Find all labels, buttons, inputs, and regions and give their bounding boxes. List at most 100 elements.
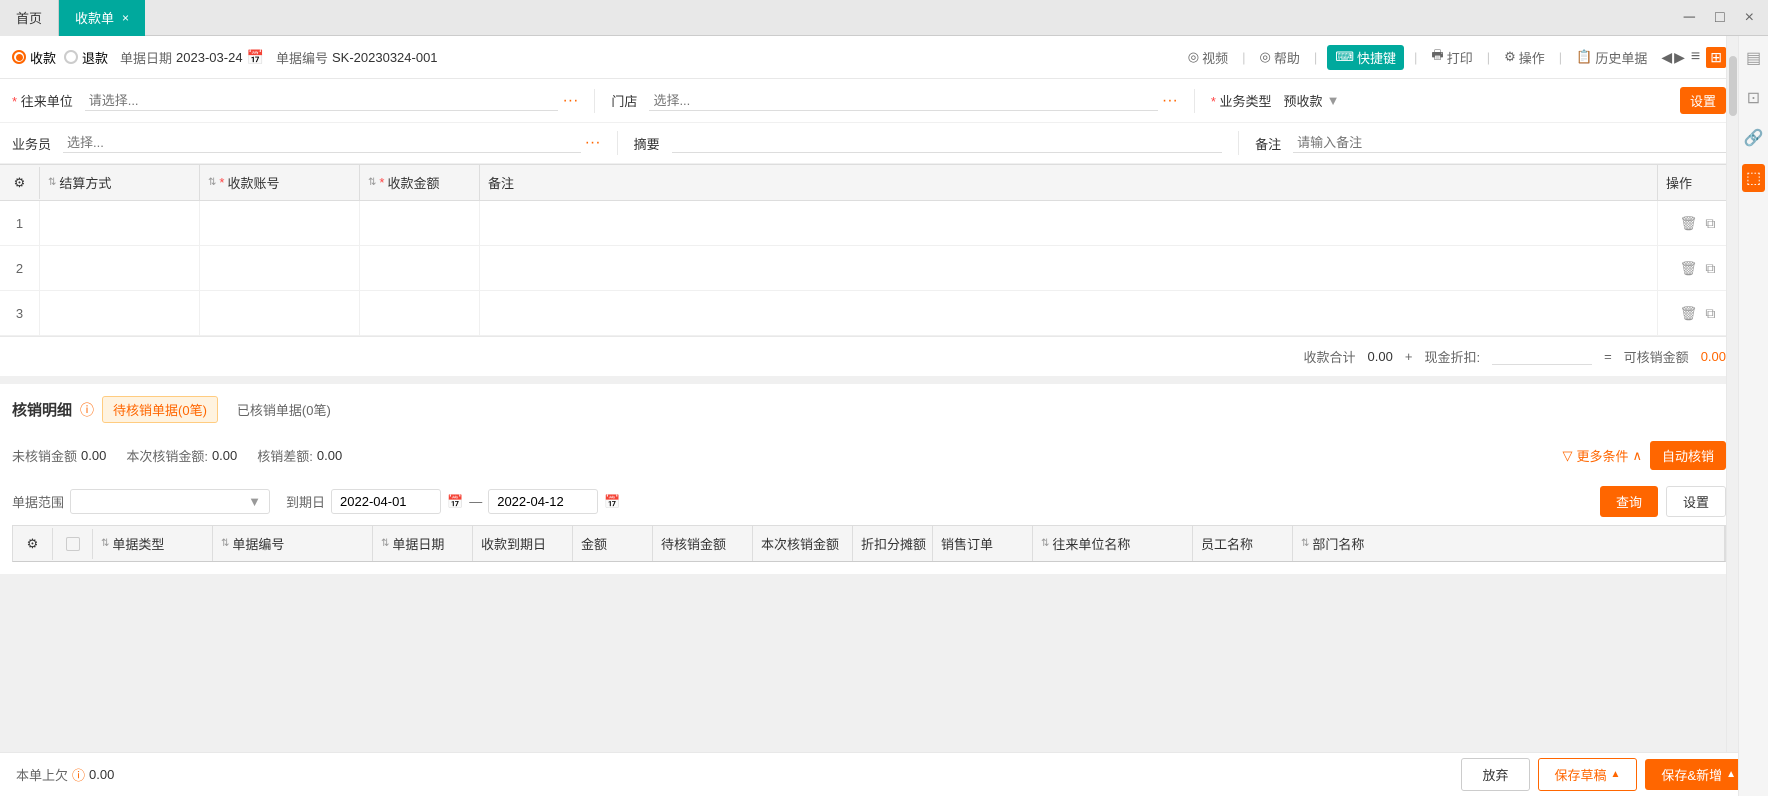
filter-row: 单据范围 ▼ 到期日 📅 — 📅 查询 设置 xyxy=(12,478,1726,525)
shortcut-btn[interactable]: ⌨ 快捷键 xyxy=(1327,45,1404,70)
verification-title: 核销明细 xyxy=(12,399,72,420)
bth-dept: ⇅ 部门名称 xyxy=(1293,526,1725,561)
bth-sn: ⇅ 单据编号 xyxy=(213,526,373,561)
list-view-btn[interactable]: ≡ xyxy=(1691,48,1700,66)
select-all-checkbox[interactable] xyxy=(66,537,80,551)
store-more-icon[interactable]: ··· xyxy=(1162,92,1178,110)
print-label: 打印 xyxy=(1447,48,1473,67)
radio-receive[interactable]: 收款 xyxy=(12,48,56,67)
row-2-note[interactable] xyxy=(480,246,1658,290)
query-button[interactable]: 查询 xyxy=(1600,486,1658,517)
business-type-select[interactable]: 预收款 ▼ xyxy=(1284,91,1340,110)
sidebar-expand-icon[interactable]: ⬚ xyxy=(1742,164,1765,192)
sidebar-table-icon[interactable]: ▤ xyxy=(1742,44,1765,72)
row-2-copy-btn[interactable]: ⧉ xyxy=(1705,260,1715,277)
calendar-icon[interactable]: 📅 xyxy=(247,49,264,66)
info-icon[interactable]: ⓘ xyxy=(80,400,94,420)
save-new-label: 保存&新增 xyxy=(1661,765,1722,784)
top-toolbar: 收款 退款 单据日期 2023-03-24 📅 单据编号 SK-20230324… xyxy=(0,36,1738,79)
discard-button[interactable]: 放弃 xyxy=(1461,758,1529,791)
auto-verify-button[interactable]: 自动核销 xyxy=(1650,441,1726,470)
discount-input[interactable] xyxy=(1492,349,1592,365)
row-1-note[interactable] xyxy=(480,201,1658,245)
row-2-amount[interactable] xyxy=(360,246,480,290)
bth-sn-sort[interactable]: ⇅ xyxy=(221,538,229,549)
from-unit-more-icon[interactable]: ··· xyxy=(562,92,578,110)
tab-close-icon[interactable]: × xyxy=(122,11,129,25)
summary-input[interactable] xyxy=(672,133,1223,153)
range-field: 单据范围 ▼ xyxy=(12,489,270,514)
row-3-delete-btn[interactable]: 🗑 xyxy=(1680,305,1698,322)
tab-current[interactable]: 收款单 × xyxy=(59,0,145,36)
row-3-note[interactable] xyxy=(480,291,1658,335)
more-conditions-btn[interactable]: ▽ 更多条件 ∧ xyxy=(1562,446,1642,465)
from-unit-input-wrap: ··· xyxy=(77,91,579,111)
th-settle-sort-icon[interactable]: ⇅ xyxy=(48,177,56,188)
sidebar-report-icon[interactable]: ⊡ xyxy=(1743,84,1764,112)
scrollbar-thumb[interactable] xyxy=(1729,56,1737,116)
bth-type-sort[interactable]: ⇅ xyxy=(101,538,109,549)
date-to-input[interactable] xyxy=(488,489,598,514)
bth-settings[interactable]: ⚙ xyxy=(13,528,53,560)
row-2-settle[interactable] xyxy=(40,246,200,290)
save-draft-button[interactable]: 保存草稿 ▲ xyxy=(1538,758,1638,791)
row-3-account[interactable] xyxy=(200,291,360,335)
remark-input[interactable] xyxy=(1293,133,1726,153)
row-3-copy-btn[interactable]: ⧉ xyxy=(1705,305,1715,322)
bth-from: ⇅ 往来单位名称 xyxy=(1033,526,1193,561)
bth-money-label: 金额 xyxy=(581,534,607,553)
next-arrow[interactable]: ▶ xyxy=(1674,49,1685,66)
store-input[interactable] xyxy=(649,91,1157,111)
th-settings[interactable]: ⚙ xyxy=(0,167,40,199)
close-button[interactable]: × xyxy=(1739,7,1760,29)
row-1-delete-btn[interactable]: 🗑 xyxy=(1680,215,1698,232)
prev-arrow[interactable]: ◀ xyxy=(1661,49,1672,66)
from-unit-input[interactable] xyxy=(85,91,559,111)
done-tab-label: 已核销单据(0笔) xyxy=(237,400,331,419)
tab-home[interactable]: 首页 xyxy=(0,0,59,36)
pending-tab[interactable]: 待核销单据(0笔) xyxy=(102,396,218,423)
minimize-button[interactable]: ─ xyxy=(1678,7,1701,29)
date-from-input[interactable] xyxy=(331,489,441,514)
row-1-amount[interactable] xyxy=(360,201,480,245)
settings-top-button[interactable]: 设置 xyxy=(1680,87,1726,114)
history-btn[interactable]: 📋 历史单据 xyxy=(1572,46,1651,69)
operation-btn[interactable]: ⚙ 操作 xyxy=(1500,46,1549,69)
sidebar-link-icon[interactable]: 🔗 xyxy=(1740,124,1768,152)
print-btn[interactable]: 🖶 打印 xyxy=(1427,44,1476,70)
row-3-amount[interactable] xyxy=(360,291,480,335)
row-2-delete-btn[interactable]: 🗑 xyxy=(1680,260,1698,277)
th-amount-sort-icon[interactable]: ⇅ xyxy=(368,177,376,188)
radio-return[interactable]: 退款 xyxy=(64,48,108,67)
row-3-settle[interactable] xyxy=(40,291,200,335)
bth-from-sort[interactable]: ⇅ xyxy=(1041,538,1049,549)
th-ops-label: 操作 xyxy=(1666,173,1692,192)
filter-settings-button[interactable]: 设置 xyxy=(1666,486,1726,517)
bth-date-sort[interactable]: ⇅ xyxy=(381,538,389,549)
from-unit-label-text: 往来单位 xyxy=(21,94,73,109)
row-3-num: 3 xyxy=(0,291,40,335)
maximize-button[interactable]: □ xyxy=(1709,7,1731,29)
cal-from-icon[interactable]: 📅 xyxy=(447,494,463,510)
th-account-sort-icon[interactable]: ⇅ xyxy=(208,177,216,188)
table-row: 2 🗑 ⧉ xyxy=(0,246,1738,291)
bth-dept-sort[interactable]: ⇅ xyxy=(1301,538,1309,549)
staff-input[interactable] xyxy=(63,133,581,153)
receive-return-radio: 收款 退款 xyxy=(12,48,108,67)
verification-section: 核销明细 ⓘ 待核销单据(0笔) 已核销单据(0笔) 未核销金额 0.00 本次… xyxy=(0,384,1738,574)
row-1-copy-btn[interactable]: ⧉ xyxy=(1705,215,1715,232)
range-select[interactable]: ▼ xyxy=(70,489,270,514)
video-btn[interactable]: ◎ 视频 xyxy=(1184,46,1232,69)
bottom-actions: 放弃 保存草稿 ▲ 保存&新增 ▲ xyxy=(1461,758,1752,791)
grid-view-btn[interactable]: ⊞ xyxy=(1706,47,1726,68)
bottom-info-icon[interactable]: ⓘ xyxy=(72,765,85,784)
done-tab[interactable]: 已核销单据(0笔) xyxy=(226,396,342,423)
scrollbar-area[interactable] xyxy=(1726,36,1738,752)
row-2-account[interactable] xyxy=(200,246,360,290)
cal-to-icon[interactable]: 📅 xyxy=(604,494,620,510)
save-new-button[interactable]: 保存&新增 ▲ xyxy=(1645,759,1752,790)
staff-more-icon[interactable]: ··· xyxy=(585,134,601,152)
help-btn[interactable]: ◎ 帮助 xyxy=(1255,46,1303,69)
row-1-settle[interactable] xyxy=(40,201,200,245)
row-1-account[interactable] xyxy=(200,201,360,245)
